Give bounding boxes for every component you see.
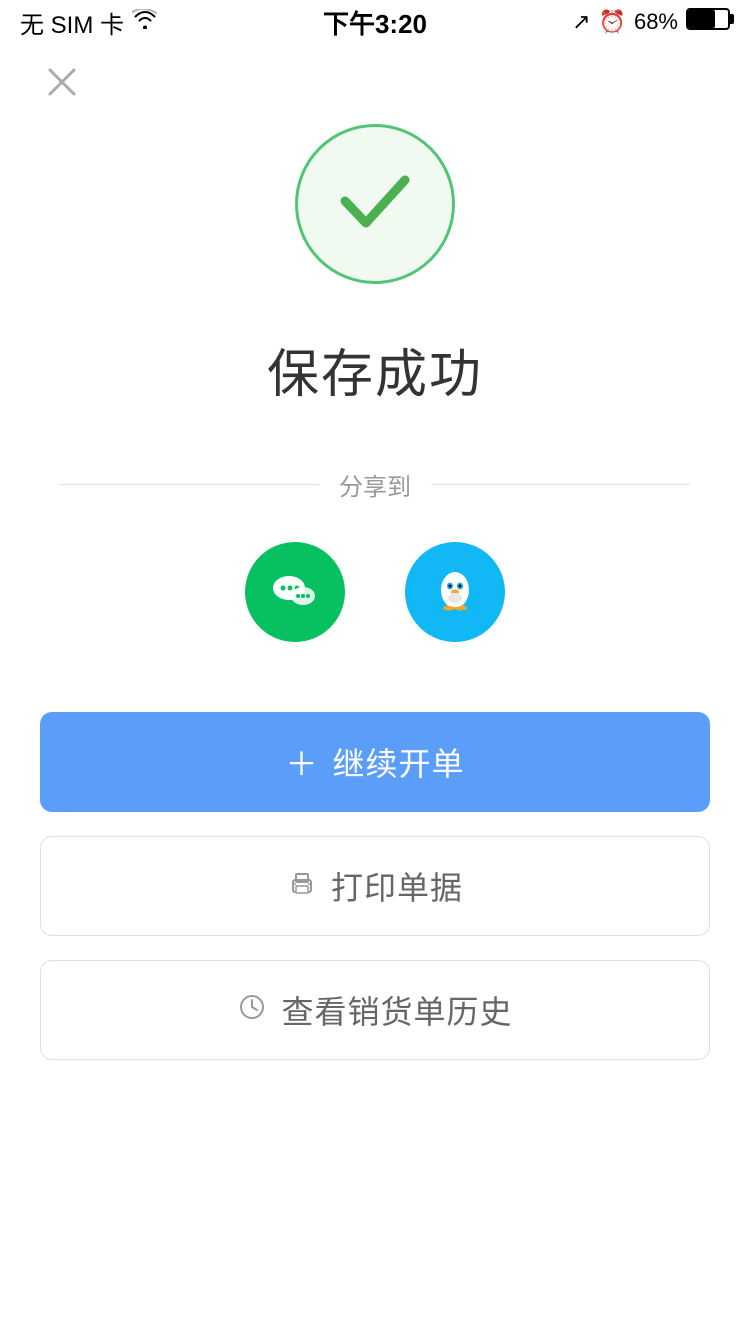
qq-share-button[interactable] <box>405 542 505 642</box>
print-label: 打印单据 <box>331 863 463 909</box>
qq-logo-icon <box>427 564 483 620</box>
share-label: 分享到 <box>319 467 431 502</box>
divider-left <box>60 484 319 485</box>
main-content: 保存成功 分享到 <box>0 44 750 1060</box>
success-title: 保存成功 <box>267 332 483 407</box>
battery-icon <box>686 8 730 36</box>
alarm-icon: ⏰ <box>599 9 626 35</box>
status-right: ↗ ⏰ 68% <box>572 8 730 36</box>
close-button[interactable] <box>40 60 84 104</box>
action-buttons: ＋ 继续开单 打印单据 <box>0 712 750 1060</box>
checkmark-icon <box>330 155 420 245</box>
history-label: 查看销货单历史 <box>281 987 512 1033</box>
history-button[interactable]: 查看销货单历史 <box>40 960 710 1060</box>
continue-label: 继续开单 <box>333 739 465 785</box>
share-divider: 分享到 <box>0 467 750 502</box>
divider-right <box>431 484 690 485</box>
printer-icon <box>287 868 317 905</box>
battery-text: 68% <box>634 9 678 35</box>
wifi-icon <box>132 9 158 35</box>
success-circle <box>295 124 455 284</box>
continue-button[interactable]: ＋ 继续开单 <box>40 712 710 812</box>
location-icon: ↗ <box>572 9 590 35</box>
status-left: 无 SIM 卡 <box>20 5 158 40</box>
no-sim-text: 无 SIM 卡 <box>20 5 124 40</box>
status-bar: 无 SIM 卡 下午3:20 ↗ ⏰ 68% <box>0 0 750 44</box>
plus-icon: ＋ <box>285 739 318 785</box>
wechat-logo-icon <box>265 562 325 622</box>
clock-icon <box>237 992 267 1029</box>
status-time: 下午3:20 <box>323 4 427 41</box>
wechat-share-button[interactable] <box>245 542 345 642</box>
share-icons <box>245 542 505 642</box>
print-button[interactable]: 打印单据 <box>40 836 710 936</box>
